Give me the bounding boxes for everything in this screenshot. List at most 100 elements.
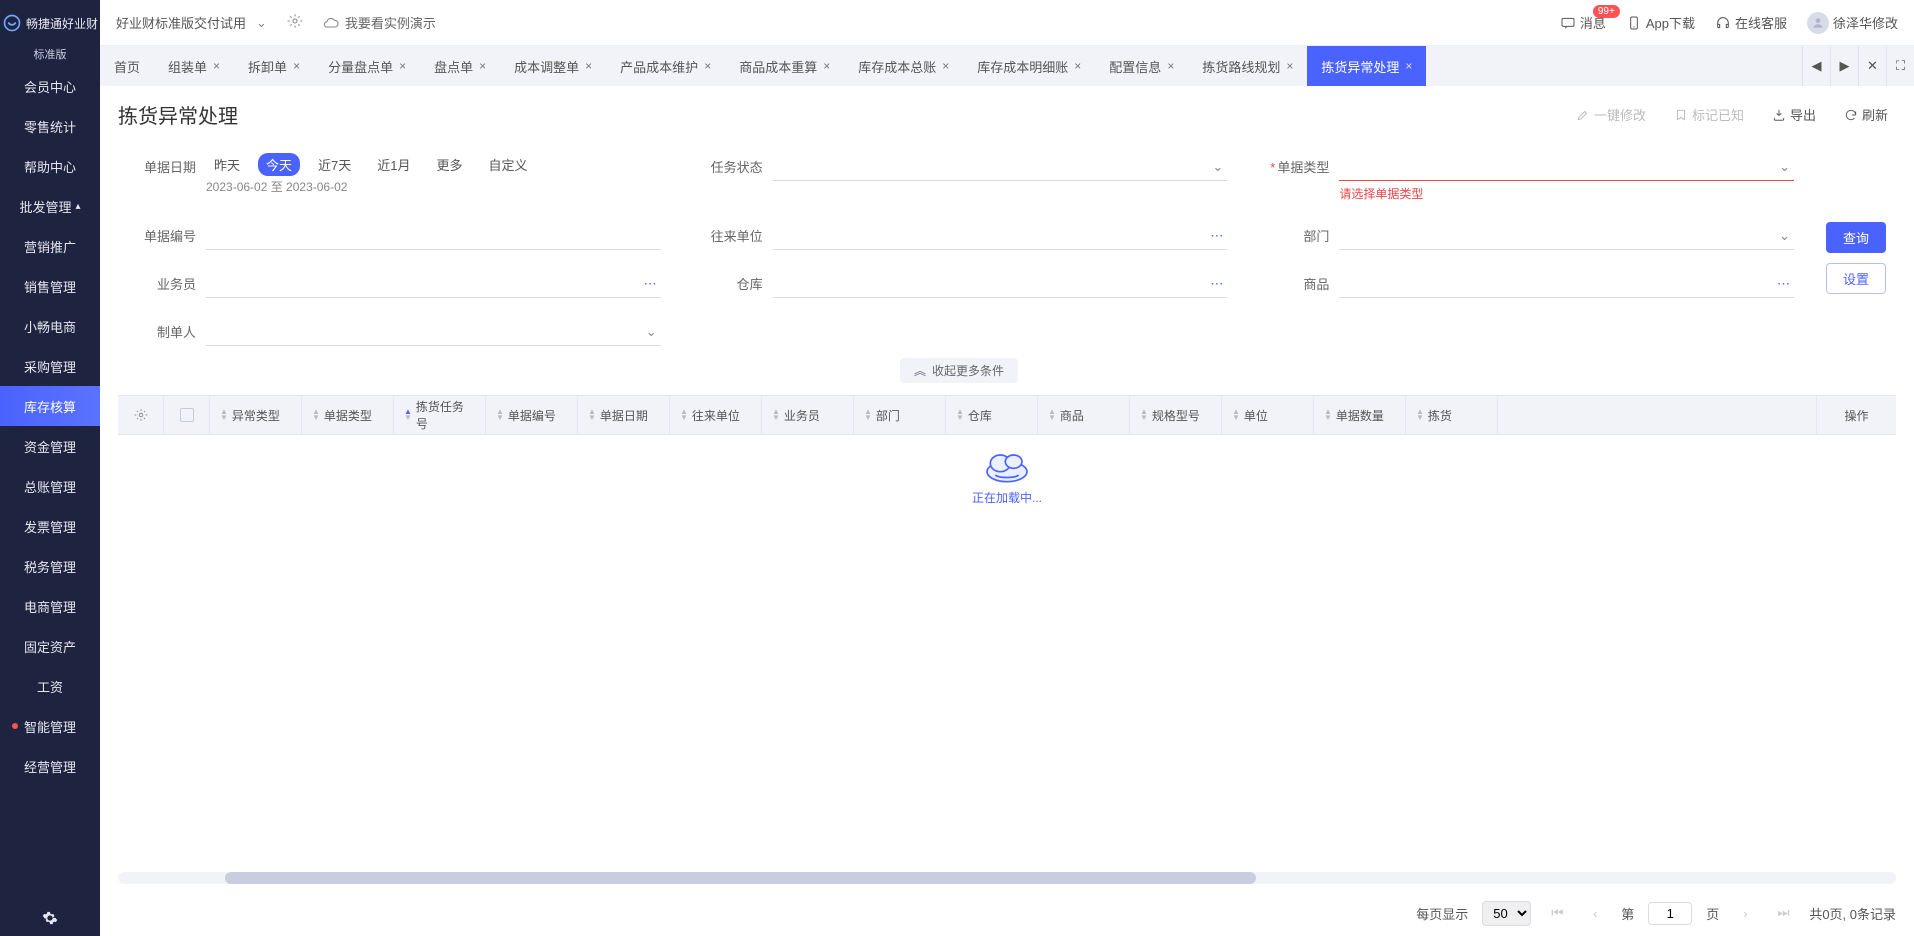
th-col-8[interactable]: ▲▼仓库 (946, 396, 1038, 434)
tab-5[interactable]: 成本调整单× (500, 46, 606, 86)
sidebar-item-3[interactable]: 批发管理▴ (0, 186, 100, 226)
tab-12[interactable]: 拣货异常处理× (1307, 46, 1426, 86)
download-button[interactable]: App下载 (1626, 13, 1695, 32)
service-button[interactable]: 在线客服 (1715, 13, 1787, 32)
sidebar-item-8[interactable]: 库存核算 (0, 386, 100, 426)
tab-4[interactable]: 盘点单× (420, 46, 500, 86)
user-menu[interactable]: 徐泽华修改 (1807, 12, 1898, 34)
sidebar-item-15[interactable]: 工资 (0, 666, 100, 706)
tabs-fullscreen[interactable]: ⛶ (1886, 46, 1914, 86)
th-col-1[interactable]: ▲▼单据类型 (302, 396, 394, 434)
close-icon[interactable]: × (479, 59, 486, 73)
th-col-5[interactable]: ▲▼往来单位 (670, 396, 762, 434)
th-col-11[interactable]: ▲▼单位 (1222, 396, 1314, 434)
tab-6[interactable]: 产品成本维护× (606, 46, 725, 86)
tab-9[interactable]: 库存成本明细账× (963, 46, 1095, 86)
th-col-0[interactable]: ▲▼异常类型 (210, 396, 302, 434)
tab-2[interactable]: 拆卸单× (234, 46, 314, 86)
sidebar-item-0[interactable]: 会员中心 (0, 66, 100, 106)
th-col-3[interactable]: ▲▼单据编号 (486, 396, 578, 434)
date-option[interactable]: 今天 (258, 153, 300, 176)
sidebar-item-17[interactable]: 经营管理 (0, 746, 100, 786)
tab-10[interactable]: 配置信息× (1095, 46, 1188, 86)
close-icon[interactable]: × (293, 59, 300, 73)
sidebar-item-4[interactable]: 营销推广 (0, 226, 100, 266)
close-icon[interactable]: × (213, 59, 220, 73)
th-col-13[interactable]: ▲▼拣货 (1406, 396, 1498, 434)
sidebar-item-10[interactable]: 总账管理 (0, 466, 100, 506)
input-doc-no[interactable] (206, 222, 661, 250)
tabs-close-all[interactable]: ✕ (1858, 46, 1886, 86)
tab-7[interactable]: 商品成本重算× (725, 46, 844, 86)
main: 好业财标准版交付试用 ⌄ 我要看实例演示 消息 99+ App下载 在线客服 (100, 0, 1914, 936)
th-col-10[interactable]: ▲▼规格型号 (1130, 396, 1222, 434)
input-creator[interactable]: ⌄ (206, 318, 661, 346)
date-option[interactable]: 近1月 (369, 153, 418, 176)
sidebar-item-11[interactable]: 发票管理 (0, 506, 100, 546)
per-page-select[interactable]: 50 (1482, 901, 1531, 926)
sidebar-item-16[interactable]: 智能管理 (0, 706, 100, 746)
sidebar-item-7[interactable]: 采购管理 (0, 346, 100, 386)
th-col-12[interactable]: ▲▼单据数量 (1314, 396, 1406, 434)
topbar-settings[interactable] (287, 13, 303, 32)
sidebar-item-14[interactable]: 固定资产 (0, 626, 100, 666)
input-warehouse[interactable]: ⋯ (773, 270, 1228, 298)
sidebar-item-6[interactable]: 小畅电商 (0, 306, 100, 346)
collapse-filters-button[interactable]: ︽ 收起更多条件 (900, 358, 1018, 383)
tab-11[interactable]: 拣货路线规划× (1188, 46, 1307, 86)
sidebar-item-1[interactable]: 零售统计 (0, 106, 100, 146)
refresh-button[interactable]: 刷新 (1836, 101, 1896, 128)
sidebar-item-9[interactable]: 资金管理 (0, 426, 100, 466)
close-icon[interactable]: × (704, 59, 711, 73)
horizontal-scrollbar[interactable] (118, 872, 1896, 884)
demo-link[interactable]: 我要看实例演示 (323, 13, 436, 32)
th-col-9[interactable]: ▲▼商品 (1038, 396, 1130, 434)
tab-1[interactable]: 组装单× (154, 46, 234, 86)
input-product[interactable]: ⋯ (1339, 270, 1794, 298)
sidebar-item-12[interactable]: 税务管理 (0, 546, 100, 586)
export-button[interactable]: 导出 (1764, 101, 1824, 128)
page-next[interactable]: › (1733, 901, 1757, 925)
sidebar-item-5[interactable]: 销售管理 (0, 266, 100, 306)
th-col-2[interactable]: ▲▼拣货任务号 (394, 396, 486, 434)
page-first[interactable]: ⏮ (1545, 901, 1569, 925)
close-icon[interactable]: × (942, 59, 949, 73)
th-settings[interactable] (118, 396, 164, 434)
tab-8[interactable]: 库存成本总账× (844, 46, 963, 86)
th-col-4[interactable]: ▲▼单据日期 (578, 396, 670, 434)
date-option[interactable]: 更多 (429, 153, 471, 176)
input-partner[interactable]: ⋯ (773, 222, 1228, 250)
messages-button[interactable]: 消息 99+ (1560, 13, 1606, 32)
sidebar-item-13[interactable]: 电商管理 (0, 586, 100, 626)
close-icon[interactable]: × (1074, 59, 1081, 73)
th-checkbox[interactable] (164, 396, 210, 434)
close-icon[interactable]: × (1167, 59, 1174, 73)
tabs-scroll-right[interactable]: ▶ (1830, 46, 1858, 86)
close-icon[interactable]: × (1405, 59, 1412, 73)
page-input[interactable] (1648, 902, 1692, 925)
th-col-6[interactable]: ▲▼业务员 (762, 396, 854, 434)
tab-3[interactable]: 分量盘点单× (314, 46, 420, 86)
input-dept[interactable]: ⌄ (1339, 222, 1794, 250)
close-icon[interactable]: × (823, 59, 830, 73)
close-icon[interactable]: × (585, 59, 592, 73)
sidebar-settings[interactable] (0, 900, 100, 936)
input-task-status[interactable]: ⌄ (773, 153, 1228, 181)
settings-button[interactable]: 设置 (1826, 263, 1886, 294)
tab-0[interactable]: 首页 (100, 46, 154, 86)
page-prev[interactable]: ‹ (1583, 901, 1607, 925)
input-doc-type[interactable]: ⌄ (1339, 153, 1794, 181)
page-last[interactable]: ⏭ (1771, 901, 1795, 925)
product-switcher[interactable]: 好业财标准版交付试用 ⌄ (116, 13, 267, 32)
date-option[interactable]: 近7天 (310, 153, 359, 176)
scrollbar-thumb[interactable] (225, 872, 1256, 884)
input-sales[interactable]: ⋯ (206, 270, 661, 298)
sidebar-item-2[interactable]: 帮助中心 (0, 146, 100, 186)
close-icon[interactable]: × (399, 59, 406, 73)
close-icon[interactable]: × (1286, 59, 1293, 73)
date-option[interactable]: 自定义 (481, 153, 536, 176)
date-option[interactable]: 昨天 (206, 153, 248, 176)
query-button[interactable]: 查询 (1826, 222, 1886, 253)
th-col-7[interactable]: ▲▼部门 (854, 396, 946, 434)
tabs-scroll-left[interactable]: ◀ (1802, 46, 1830, 86)
